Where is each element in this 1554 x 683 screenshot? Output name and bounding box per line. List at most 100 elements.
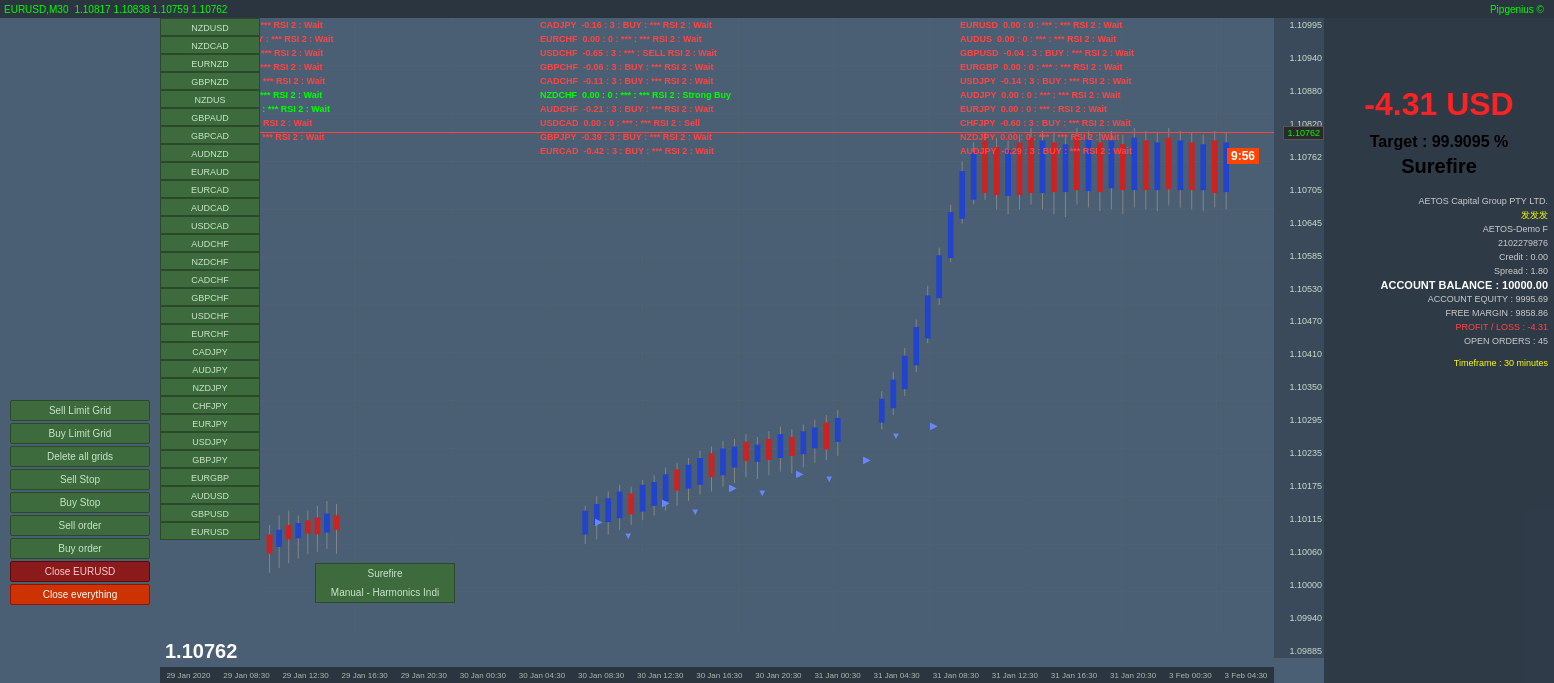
buy-stop-button[interactable]: Buy Stop [10,492,150,513]
pair-usdchf[interactable]: USDCHF [160,306,260,324]
pair-nzdchf[interactable]: NZDCHF [160,252,260,270]
price-tick: 1.10350 [1276,382,1322,392]
price-tick: 1.10880 [1276,86,1322,96]
signal-usdchf: USDCHF -0.65 : 3 : *** : SELL RSI 2 : Wa… [540,46,820,60]
price-tick: 1.10115 [1276,514,1322,524]
pair-audchf[interactable]: AUDCHF [160,234,260,252]
pair-nzdjpy[interactable]: NZDJPY [160,378,260,396]
svg-text:▼: ▼ [690,506,699,517]
svg-rect-27 [286,525,292,539]
svg-rect-43 [605,498,611,522]
pair-chfjpy[interactable]: CHFJPY [160,396,260,414]
pair-gbpcad[interactable]: GBPCAD [160,126,260,144]
dropdown-manual-harmonics[interactable]: Manual - Harmonics Indi [316,583,454,602]
close-everything-button[interactable]: Close everything [10,584,150,605]
signal-usdcad: USDCAD 0.00 : 0 : *** : *** RSI 2 : Sell [540,116,820,130]
time-tick: 3 Feb 04:30 [1225,671,1268,680]
delete-all-grids-button[interactable]: Delete all grids [10,446,150,467]
svg-rect-95 [936,255,942,298]
pair-audjpy[interactable]: AUDJPY [160,360,260,378]
pair-nzdus[interactable]: NZDUS [160,90,260,108]
signal-eurcad: EURCAD -0.42 : 3 : BUY : *** RSI 2 : Wai… [540,144,820,158]
svg-rect-39 [582,511,588,535]
svg-text:▶: ▶ [796,468,804,479]
time-scale: 29 Jan 2020 29 Jan 08:30 29 Jan 12:30 29… [160,667,1274,683]
time-tick: 31 Jan 08:30 [933,671,979,680]
signal-audjpy-col3b: AUDJPY -0.29 : 3 : BUY : *** RSI 2 : Wai… [960,144,1240,158]
svg-rect-51 [651,482,657,506]
pair-audusd[interactable]: AUDUSD [160,486,260,504]
pair-cadchf[interactable]: CADCHF [160,270,260,288]
sell-order-button[interactable]: Sell order [10,515,150,536]
time-tick: 31 Jan 20:30 [1110,671,1156,680]
svg-rect-73 [778,434,784,458]
buy-limit-grid-button[interactable]: Buy Limit Grid [10,423,150,444]
buy-order-button[interactable]: Buy order [10,538,150,559]
price-tick: 1.10175 [1276,481,1322,491]
pair-eurnzd[interactable]: EURNZD [160,54,260,72]
close-eurusd-button[interactable]: Close EURUSD [10,561,150,582]
pair-gbpjpy[interactable]: GBPJPY [160,450,260,468]
svg-rect-85 [879,399,885,423]
right-info-panel: -4.31 USD Target : 99.9095 % Surefire AE… [1324,18,1554,683]
svg-rect-31 [305,520,311,533]
pair-eurusd[interactable]: EURUSD [160,522,260,540]
svg-rect-81 [823,423,829,450]
svg-rect-47 [628,493,634,514]
price-tick: 1.10645 [1276,218,1322,228]
svg-rect-57 [686,465,692,489]
svg-rect-101 [971,152,977,200]
time-tick: 29 Jan 12:30 [282,671,328,680]
pair-eurcad[interactable]: EURCAD [160,180,260,198]
pair-eurgbp[interactable]: EURGBP [160,468,260,486]
pair-euraud[interactable]: EURAUD [160,162,260,180]
target-display: Target : 99.9095 % [1330,133,1548,151]
sell-stop-button[interactable]: Sell Stop [10,469,150,490]
signal-chfjpy: CHFJPY -0.60 : 3 : BUY : *** RSI 2 : Wai… [960,116,1240,130]
pnl-value: -4.31 [1527,322,1548,332]
signal-gbpjpy: GBPJPY -0.39 : 3 : BUY : *** RSI 2 : Wai… [540,130,820,144]
svg-rect-91 [913,327,919,365]
pair-gbpusd[interactable]: GBPUSD [160,504,260,522]
svg-rect-67 [743,442,749,461]
svg-rect-29 [295,523,301,538]
pair-gbpaud[interactable]: GBPAUD [160,108,260,126]
pair-eurjpy[interactable]: EURJPY [160,414,260,432]
pair-usdcad[interactable]: USDCAD [160,216,260,234]
time-tick: 30 Jan 08:30 [578,671,624,680]
pair-gbpchf[interactable]: GBPCHF [160,288,260,306]
price-tick: 1.10060 [1276,547,1322,557]
svg-rect-99 [959,171,965,219]
pair-usdjpy[interactable]: USDJPY [160,432,260,450]
pair-cadjpy[interactable]: CADJPY [160,342,260,360]
pnl-display: -4.31 USD [1330,86,1548,123]
profit-loss: PROFIT / LOSS : -4.31 [1330,320,1548,334]
svg-text:▶: ▶ [863,454,871,465]
svg-text:▶: ▶ [930,420,938,431]
pair-audcad[interactable]: AUDCAD [160,198,260,216]
time-tick: 30 Jan 16:30 [696,671,742,680]
bottom-price-display: 1.10762 [165,640,237,663]
pair-nzdcad[interactable]: NZDCAD [160,36,260,54]
account-name: AETOS-Demo F [1330,222,1548,236]
ohlc-prices: 1.10817 1.10838 1.10759 1.10762 [74,4,227,15]
price-tick: 1.09940 [1276,613,1322,623]
signals-column-3: EURUSD 0.00 : 0 : *** : *** RSI 2 : Wait… [960,18,1240,158]
svg-text:▼: ▼ [891,430,900,441]
time-tick: 30 Jan 04:30 [519,671,565,680]
broker-chinese: 发发发 [1330,208,1548,222]
open-orders-value: 45 [1538,336,1548,346]
price-tick: 1.10530 [1276,284,1322,294]
pair-gbpnzd[interactable]: GBPNZD [160,72,260,90]
svg-rect-37 [334,515,340,529]
svg-rect-59 [697,458,703,485]
pnl-label: PROFIT / LOSS : [1456,322,1525,332]
pair-audnzd[interactable]: AUDNZD [160,144,260,162]
svg-rect-25 [276,530,282,547]
pair-nzdusd[interactable]: NZDUSD [160,18,260,36]
sell-limit-grid-button[interactable]: Sell Limit Grid [10,400,150,421]
pair-eurchf[interactable]: EURCHF [160,324,260,342]
svg-rect-69 [755,445,761,462]
svg-rect-33 [315,517,321,534]
dropdown-surefire[interactable]: Surefire [316,564,454,583]
